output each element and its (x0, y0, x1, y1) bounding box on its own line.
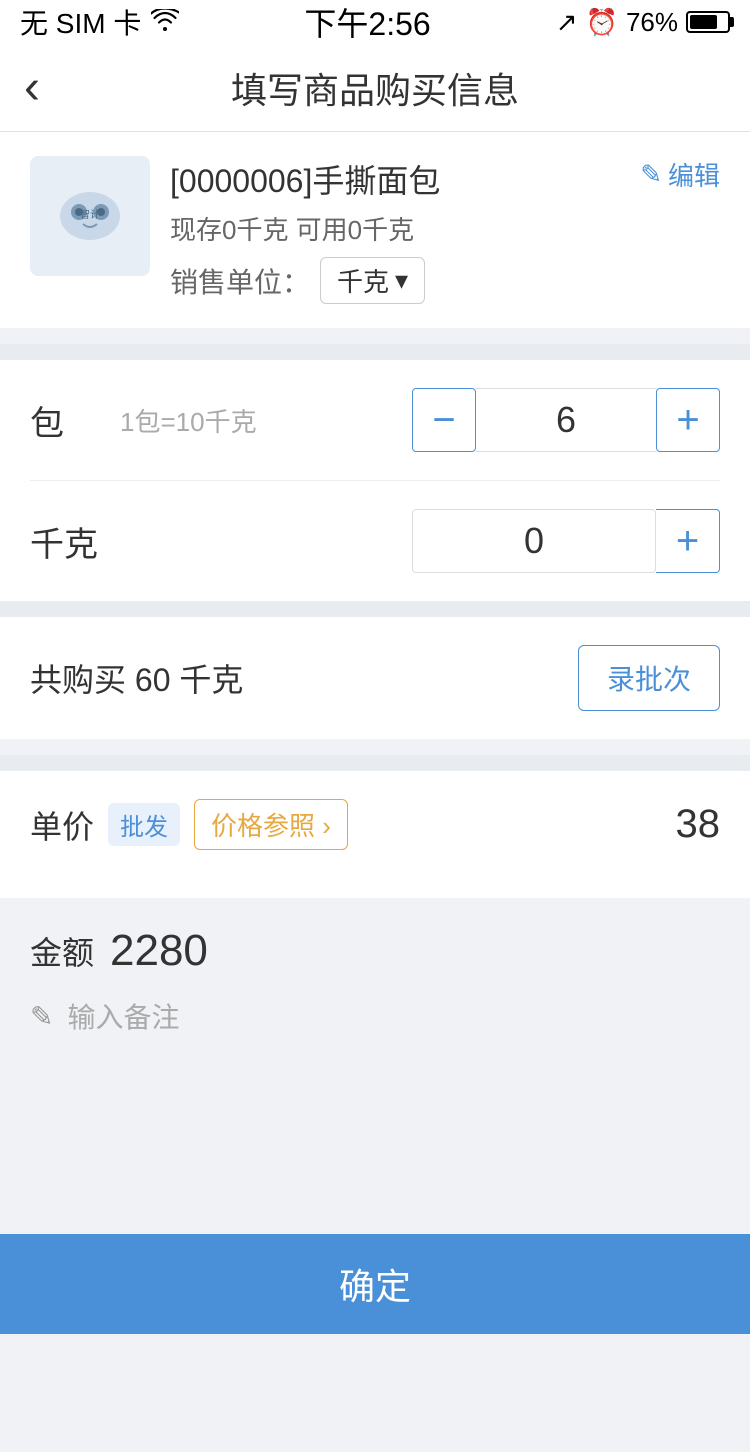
page-title: 填写商品购买信息 (231, 62, 519, 114)
unit-label: 销售单位： (170, 261, 310, 301)
price-value: 38 (676, 802, 721, 847)
edit-icon: ✎ (640, 159, 662, 190)
kg-label: 千克 (30, 517, 110, 566)
price-label: 单价 (30, 802, 94, 848)
location-icon: ↗ (556, 7, 578, 38)
section-divider-1 (0, 344, 750, 360)
summary-text: 共购买 60 千克 (30, 655, 243, 701)
price-section: 单价 批发 价格参照 › 38 (0, 771, 750, 898)
input-section: 包 1包=10千克 − + 千克 + (0, 360, 750, 601)
bag-input-row: 包 1包=10千克 − + (30, 360, 720, 481)
product-name: [0000006]手撕面包 (170, 156, 440, 202)
status-bar: 无 SIM 卡 下午2:56 ↗ ⏰ 76% (0, 0, 750, 44)
battery-icon (686, 11, 730, 33)
product-info: [0000006]手撕面包 现存0千克 可用0千克 销售单位： 千克 ▾ ✎ 编… (170, 156, 720, 304)
amount-value: 2280 (110, 926, 208, 976)
chevron-down-icon: ▾ (395, 265, 408, 296)
section-divider-2 (0, 601, 750, 617)
remark-row[interactable]: ✎ 输入备注 (30, 996, 720, 1036)
section-divider-3 (0, 755, 750, 771)
alarm-icon: ⏰ (586, 7, 618, 38)
edit-button[interactable]: ✎ 编辑 (640, 156, 720, 193)
remark-placeholder[interactable]: 输入备注 (67, 996, 179, 1036)
nav-bar: ‹ 填写商品购买信息 (0, 44, 750, 132)
summary-section: 共购买 60 千克 录批次 (0, 617, 750, 739)
confirm-btn-wrapper: 确定 (0, 1234, 750, 1334)
product-card: 智计 [0000006]手撕面包 现存0千克 可用0千克 销售单位： 千克 ▾ (0, 132, 750, 328)
amount-section: 金额 2280 ✎ 输入备注 (0, 898, 750, 1052)
amount-row: 金额 2280 (30, 926, 720, 976)
wifi-icon (151, 6, 179, 38)
price-tag-badge: 批发 (108, 803, 180, 846)
batch-button[interactable]: 录批次 (578, 645, 720, 711)
product-image: 智计 (30, 156, 150, 276)
product-unit-row: 销售单位： 千克 ▾ (170, 257, 440, 304)
product-stock: 现存0千克 可用0千克 (170, 210, 440, 247)
battery-percent: 76% (626, 7, 678, 38)
status-time: 下午2:56 (304, 0, 430, 45)
status-right: ↗ ⏰ 76% (556, 7, 730, 38)
kg-qty-control: + (412, 509, 720, 573)
kg-increment-button[interactable]: + (656, 509, 720, 573)
amount-label: 金额 (30, 928, 94, 974)
price-row: 单价 批发 价格参照 › 38 (30, 799, 720, 850)
bag-quantity-input[interactable] (476, 388, 656, 452)
status-left: 无 SIM 卡 (20, 2, 179, 42)
bag-label: 包 (30, 396, 110, 445)
unit-select[interactable]: 千克 ▾ (320, 257, 425, 304)
bag-increment-button[interactable]: + (656, 388, 720, 452)
bag-hint: 1包=10千克 (120, 402, 412, 439)
kg-quantity-input[interactable] (412, 509, 656, 573)
price-label-group: 单价 批发 价格参照 › (30, 799, 348, 850)
svg-text:智计: 智计 (80, 208, 100, 221)
kg-input-row: 千克 + (30, 481, 720, 601)
price-reference-button[interactable]: 价格参照 › (194, 799, 348, 850)
bag-decrement-button[interactable]: − (412, 388, 476, 452)
confirm-button[interactable]: 确定 (0, 1234, 750, 1334)
back-button[interactable]: ‹ (24, 60, 40, 115)
pencil-icon: ✎ (30, 1000, 53, 1033)
bag-qty-control: − + (412, 388, 720, 452)
carrier-text: 无 SIM 卡 (20, 2, 141, 42)
